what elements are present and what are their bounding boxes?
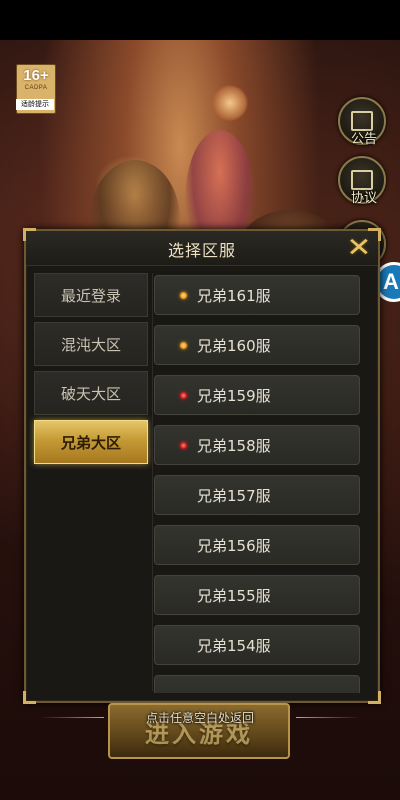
- status-busy-icon: [180, 392, 187, 399]
- server-item[interactable]: 兄弟160服: [154, 325, 360, 365]
- tab-label: 破天大区: [60, 384, 121, 403]
- server-name: 兄弟155服: [197, 587, 271, 605]
- server-name: 兄弟159服: [197, 387, 271, 405]
- dialog-title: 选择区服: [167, 241, 236, 260]
- server-name: 兄弟161服: [197, 287, 271, 305]
- close-button[interactable]: ✕: [344, 233, 374, 263]
- server-name: 兄弟156服: [197, 537, 271, 555]
- list-divider: [152, 273, 153, 691]
- close-icon: ✕: [346, 233, 372, 263]
- tab-potian-region[interactable]: 破天大区: [34, 371, 148, 415]
- age-rating-number: 16+: [23, 67, 49, 84]
- status-hot-icon: [180, 292, 187, 299]
- server-item[interactable]: 兄弟158服: [154, 425, 360, 465]
- server-name: 兄弟160服: [197, 337, 271, 355]
- server-item[interactable]: 兄弟161服: [154, 275, 360, 315]
- server-item[interactable]: 兄弟154服: [154, 625, 360, 665]
- tab-brother-region[interactable]: 兄弟大区: [34, 420, 148, 464]
- server-item[interactable]: 兄弟159服: [154, 375, 360, 415]
- fire-orb-decoration: [212, 85, 248, 121]
- status-hot-icon: [180, 342, 187, 349]
- dismiss-hint: 点击任意空白处返回: [145, 711, 254, 725]
- server-item[interactable]: 兄弟157服: [154, 475, 360, 515]
- notice-label: 公告: [350, 132, 377, 147]
- server-select-dialog: 选择区服 ✕ 最近登录 混沌大区 破天大区 兄弟大区 兄弟161服 兄弟160服: [23, 228, 381, 704]
- server-list: 兄弟161服 兄弟160服 兄弟159服 兄弟158服 兄弟157服 兄弟156…: [154, 275, 362, 693]
- server-item[interactable]: [154, 675, 360, 693]
- region-tabs: 最近登录 混沌大区 破天大区 兄弟大区: [34, 273, 148, 469]
- dialog-header: 选择区服 ✕: [26, 231, 378, 266]
- status-busy-icon: [180, 442, 187, 449]
- tab-chaos-region[interactable]: 混沌大区: [34, 322, 148, 366]
- server-item[interactable]: 兄弟155服: [154, 575, 360, 615]
- server-name: 兄弟154服: [197, 637, 271, 655]
- server-name: 兄弟157服: [197, 487, 271, 505]
- server-name: 兄弟158服: [197, 437, 271, 455]
- age-rating-tip: 适龄提示: [16, 99, 54, 110]
- agreement-label: 协议: [350, 191, 377, 206]
- tab-label: 混沌大区: [60, 335, 121, 354]
- tab-recent-login[interactable]: 最近登录: [34, 273, 148, 317]
- bottom-area: 进入游戏 点击任意空白处返回: [0, 700, 400, 800]
- top-black-bar: [0, 0, 400, 40]
- server-item[interactable]: 兄弟156服: [154, 525, 360, 565]
- tab-label: 兄弟大区: [60, 433, 121, 452]
- tab-label: 最近登录: [60, 286, 121, 305]
- age-rating-org: CADPA: [24, 85, 48, 91]
